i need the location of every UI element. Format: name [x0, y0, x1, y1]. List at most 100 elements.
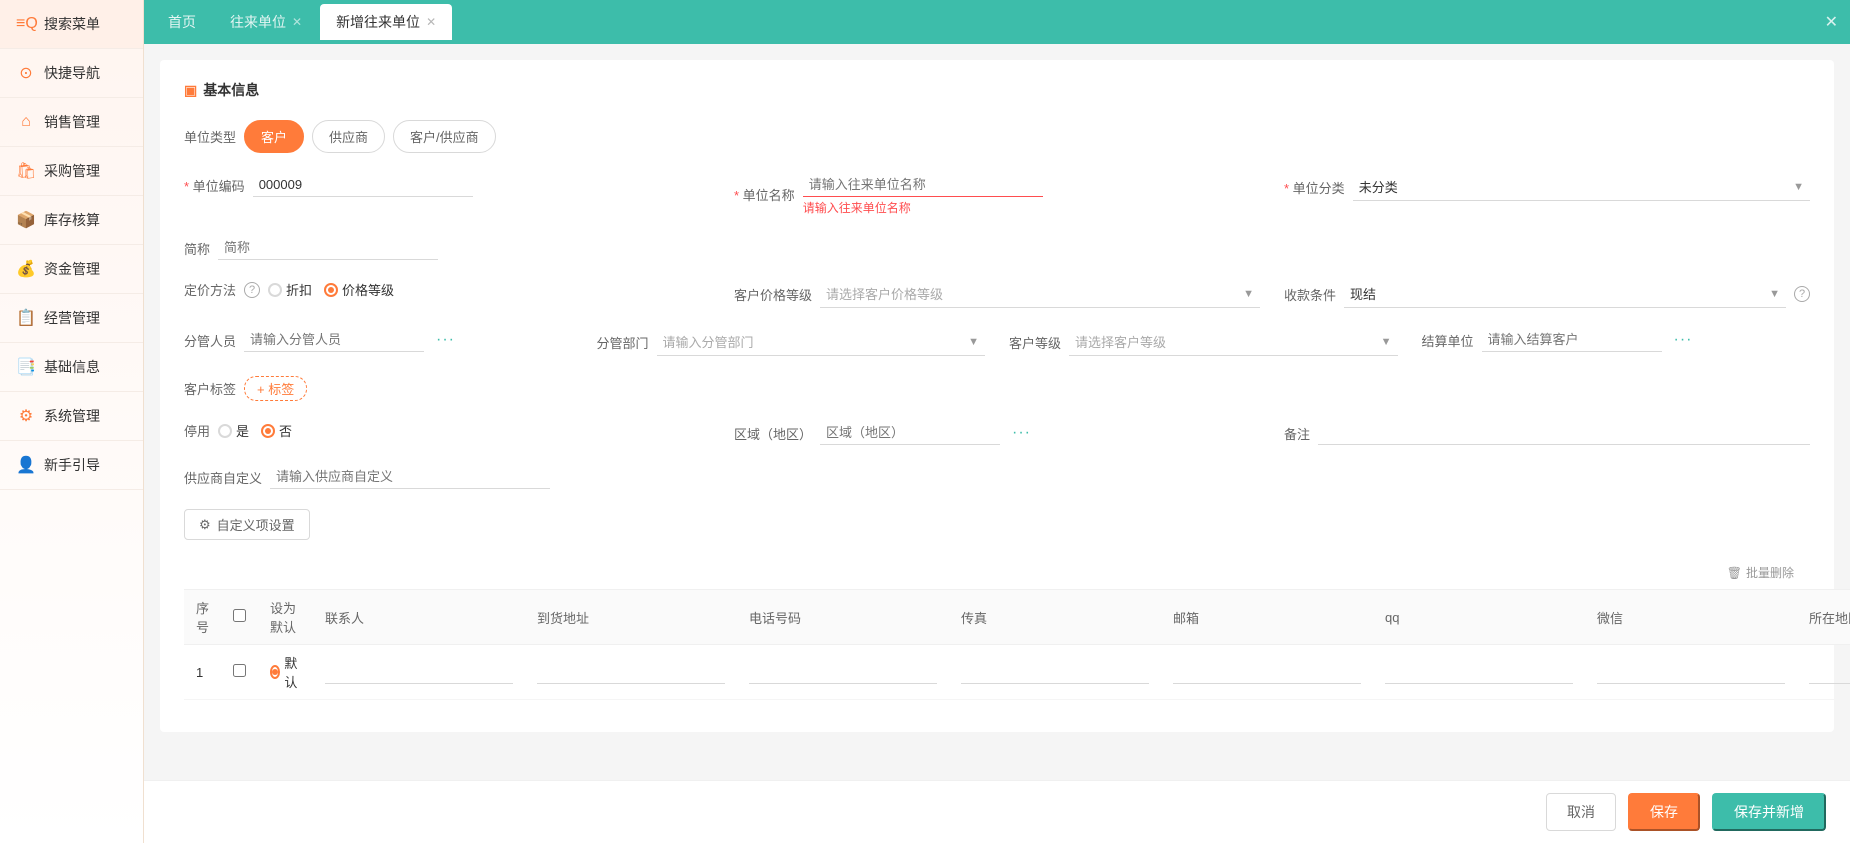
default-radio[interactable] [270, 665, 280, 679]
sidebar-item-quick-nav[interactable]: ⊙ 快捷导航 [0, 49, 143, 98]
manager-row: 分管人员 ··· 分管部门 请输入分管部门 ▼ 客户等级 请选择客户等级 ▼ [184, 328, 1810, 356]
sales-icon: ⌂ [16, 113, 36, 131]
abbr-input[interactable] [218, 236, 438, 260]
sidebar-item-purchase[interactable]: 🛍 采购管理 [0, 147, 143, 196]
default-radio-item[interactable]: 默认 [270, 653, 301, 691]
abbr-label: 简称 [184, 239, 210, 258]
settlement-field: 结算单位 ··· [1422, 328, 1811, 352]
sidebar-item-label: 系统管理 [44, 406, 100, 426]
inventory-icon: 📦 [16, 210, 36, 230]
payment-terms-help[interactable]: ? [1794, 286, 1810, 302]
main-area: 首页 往来单位 ✕ 新增往来单位 ✕ ✕ ▣ 基本信息 单位类型 客户 [144, 0, 1850, 843]
td-checkbox [221, 645, 258, 700]
payment-terms-select[interactable]: 现结 ▼ [1344, 280, 1786, 308]
phone-input[interactable] [749, 660, 937, 684]
unit-type-supplier-btn[interactable]: 供应商 [312, 120, 385, 153]
settlement-select-btn[interactable]: ··· [1670, 329, 1697, 351]
add-tag-button[interactable]: + 标签 [244, 376, 307, 401]
settlement-input[interactable] [1482, 328, 1662, 352]
row-checkbox[interactable] [233, 664, 246, 677]
operations-icon: 📋 [16, 308, 36, 328]
price-level-chevron: ▼ [1243, 288, 1254, 300]
sidebar-item-sales[interactable]: ⌂ 销售管理 [0, 98, 143, 147]
pricing-level-radio[interactable] [324, 283, 338, 297]
remarks-label: 备注 [1284, 424, 1310, 443]
dept-select[interactable]: 请输入分管部门 ▼ [657, 328, 985, 356]
sidebar-item-inventory[interactable]: 📦 库存核算 [0, 196, 143, 245]
unit-type-both-btn[interactable]: 客户/供应商 [393, 120, 496, 153]
contact-input[interactable] [325, 660, 513, 684]
table-row: 1 默认 [184, 645, 1850, 700]
quick-nav-icon: ⊙ [16, 63, 36, 83]
th-email: 邮箱 [1161, 590, 1373, 645]
th-qq: qq [1373, 590, 1585, 645]
pricing-level-option[interactable]: 价格等级 [324, 280, 394, 299]
sidebar-item-search-menu[interactable]: ≡Q 搜索菜单 [0, 0, 143, 49]
remarks-input[interactable] [1318, 421, 1810, 445]
abbr-field: 简称 [184, 236, 1810, 260]
address-input[interactable] [537, 660, 725, 684]
sidebar-item-basic-info[interactable]: 📑 基础信息 [0, 343, 143, 392]
th-region: 所在地区 [1797, 590, 1850, 645]
region-select-btn[interactable]: ··· [1008, 422, 1035, 444]
fax-input[interactable] [961, 660, 1149, 684]
sidebar-item-system[interactable]: ⚙ 系统管理 [0, 392, 143, 441]
unit-type-label: 单位类型 [184, 127, 236, 146]
email-input[interactable] [1173, 660, 1361, 684]
td-qq [1373, 645, 1585, 700]
region-table-input[interactable] [1809, 660, 1850, 684]
th-seq: 序号 [184, 590, 221, 645]
content-area: ▣ 基本信息 单位类型 客户 供应商 客户/供应商 单位编码 [144, 44, 1850, 780]
basic-info-icon: 📑 [16, 357, 36, 377]
sidebar-item-label: 采购管理 [44, 161, 100, 181]
tab-new-counterparty-close[interactable]: ✕ [426, 15, 436, 29]
tab-counterparty-close[interactable]: ✕ [292, 15, 302, 29]
table-toolbar: 🗑 批量删除 [184, 564, 1810, 589]
sidebar-item-operations[interactable]: 📋 经营管理 [0, 294, 143, 343]
region-input[interactable] [820, 421, 1000, 445]
save-and-new-button[interactable]: 保存并新增 [1712, 793, 1826, 831]
tab-counterparty[interactable]: 往来单位 ✕ [214, 4, 318, 40]
contacts-table: 序号 设为默认 联系人 到货地址 电话号码 传真 邮箱 qq 微信 所在地区 操… [184, 589, 1850, 700]
qq-input[interactable] [1385, 660, 1573, 684]
close-all-tabs-button[interactable]: ✕ [1825, 12, 1838, 32]
customer-level-select[interactable]: 请选择客户等级 ▼ [1069, 328, 1397, 356]
batch-delete-btn[interactable]: 🗑 批量删除 [1727, 564, 1794, 581]
manager-select-btn[interactable]: ··· [432, 329, 459, 351]
customer-price-level-select[interactable]: 请选择客户价格等级 ▼ [820, 280, 1260, 308]
unit-name-label: 单位名称 [734, 185, 795, 204]
sidebar-item-label: 经营管理 [44, 308, 100, 328]
wechat-input[interactable] [1597, 660, 1785, 684]
pricing-method-help[interactable]: ? [244, 282, 260, 298]
customer-tag-field: 客户标签 + 标签 [184, 376, 1810, 401]
select-all-checkbox[interactable] [233, 609, 246, 622]
custom-settings-button[interactable]: ⚙ 自定义项设置 [184, 509, 310, 540]
sidebar-item-finance[interactable]: 💰 资金管理 [0, 245, 143, 294]
form-footer: 取消 保存 保存并新增 [144, 780, 1850, 843]
tab-home[interactable]: 首页 [152, 4, 212, 40]
manager-input[interactable] [244, 328, 424, 352]
pricing-discount-radio[interactable] [268, 283, 282, 297]
unit-name-wrap: 请输入往来单位名称 [803, 173, 1260, 216]
unit-type-customer-btn[interactable]: 客户 [244, 120, 304, 153]
customer-tag-row: 客户标签 + 标签 [184, 376, 1810, 401]
disabled-no-radio[interactable] [261, 424, 275, 438]
disabled-yes-radio[interactable] [218, 424, 232, 438]
pricing-method-label: 定价方法 [184, 280, 236, 299]
th-default: 设为默认 [258, 590, 313, 645]
sidebar-item-guide[interactable]: 👤 新手引导 [0, 441, 143, 490]
disabled-row: 停用 是 否 区域（地区） ··· [184, 421, 1810, 445]
save-button[interactable]: 保存 [1628, 793, 1700, 831]
td-region [1797, 645, 1850, 700]
disabled-no-option[interactable]: 否 [261, 421, 292, 440]
system-icon: ⚙ [16, 406, 36, 426]
tab-new-counterparty[interactable]: 新增往来单位 ✕ [320, 4, 452, 40]
supplier-custom-input[interactable] [270, 465, 550, 489]
pricing-discount-option[interactable]: 折扣 [268, 280, 312, 299]
supplier-custom-row: 供应商自定义 [184, 465, 1810, 489]
unit-code-input[interactable] [253, 173, 473, 197]
unit-name-input[interactable] [803, 173, 1043, 197]
unit-category-select[interactable]: 未分类 ▼ [1353, 173, 1810, 201]
cancel-button[interactable]: 取消 [1546, 793, 1616, 831]
disabled-yes-option[interactable]: 是 [218, 421, 249, 440]
